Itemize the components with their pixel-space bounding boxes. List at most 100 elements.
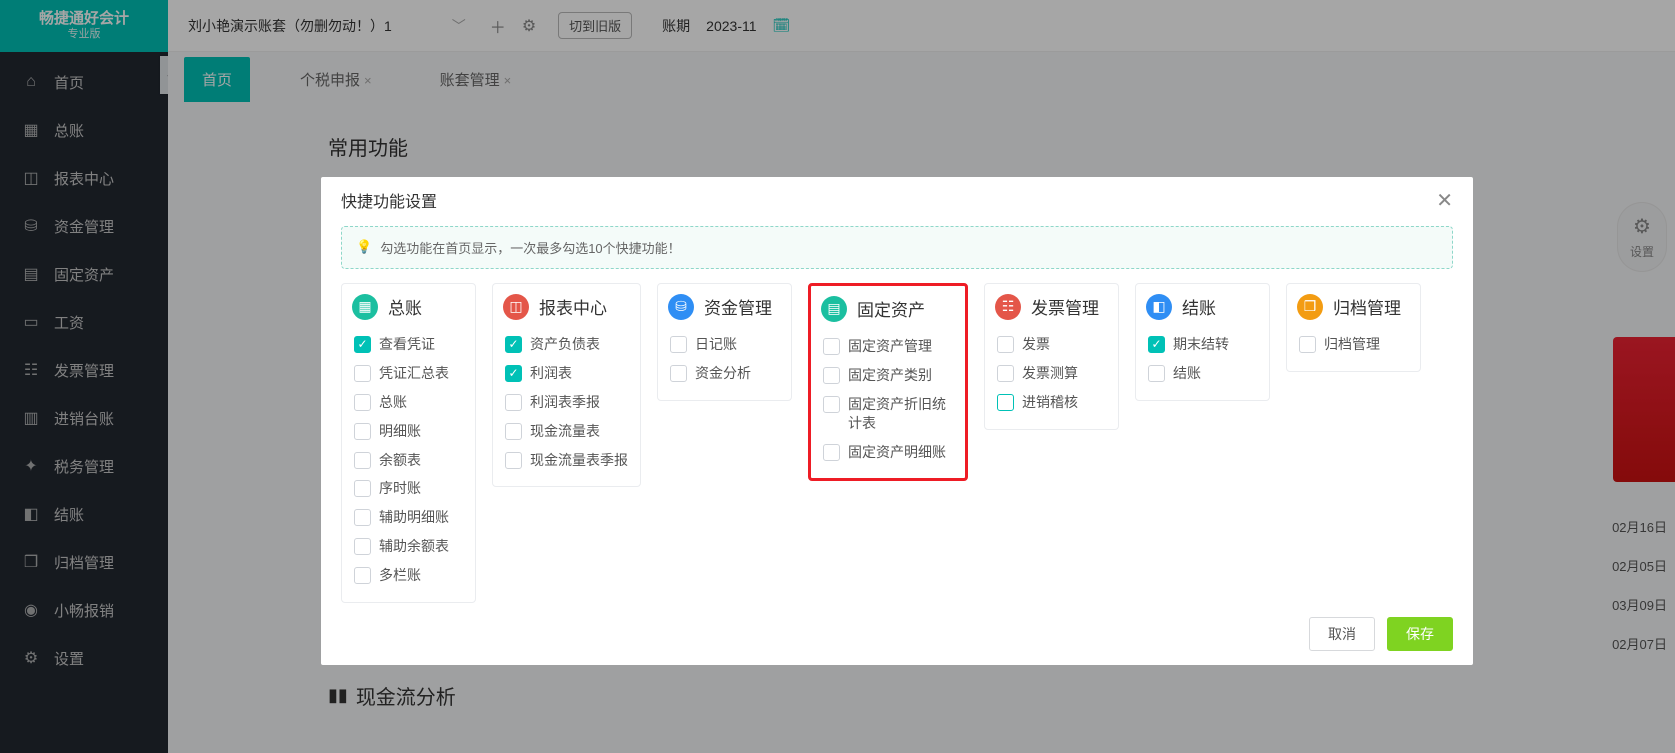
option-row[interactable]: ✓ 利润表 [503,359,630,388]
option-label: 资金分析 [695,364,751,383]
option-row[interactable]: 多栏账 [352,561,465,590]
option-label: 余额表 [379,451,421,470]
checkbox[interactable] [997,394,1014,411]
checkbox[interactable] [354,538,371,555]
group-header: ◧ 结账 [1146,294,1259,320]
option-label: 发票 [1022,335,1050,354]
option-row[interactable]: 辅助余额表 [352,532,465,561]
checkbox[interactable] [997,336,1014,353]
option-row[interactable]: 现金流量表季报 [503,446,630,475]
option-row[interactable]: 凭证汇总表 [352,359,465,388]
option-label: 资产负债表 [530,335,600,354]
group-title: 归档管理 [1333,294,1401,319]
option-row[interactable]: 现金流量表 [503,417,630,446]
option-label: 发票测算 [1022,364,1078,383]
checkbox[interactable] [354,567,371,584]
group-header: ❒ 归档管理 [1297,294,1410,320]
group-icon: ⛁ [668,294,694,320]
modal-group: ⛁ 资金管理 日记账 资金分析 [657,283,792,401]
modal-group: ❒ 归档管理 归档管理 [1286,283,1421,372]
checkbox[interactable] [823,396,840,413]
save-button[interactable]: 保存 [1387,617,1453,651]
checkbox[interactable] [670,336,687,353]
bulb-icon: 💡 [356,239,372,255]
modal-group: ◫ 报表中心 ✓ 资产负债表 ✓ 利润表 利润表季报 现金流量表 现金流量表季报 [492,283,641,487]
option-label: 固定资产明细账 [848,443,946,462]
group-header: ▤ 固定资产 [821,296,955,322]
option-row[interactable]: 辅助明细账 [352,503,465,532]
checkbox[interactable]: ✓ [505,336,522,353]
option-label: 归档管理 [1324,335,1380,354]
option-row[interactable]: 进销稽核 [995,388,1108,417]
option-label: 辅助余额表 [379,537,449,556]
option-label: 固定资产类别 [848,366,932,385]
option-label: 期末结转 [1173,335,1229,354]
group-title: 报表中心 [539,294,607,319]
checkbox[interactable] [505,423,522,440]
group-icon: ❒ [1297,294,1323,320]
option-row[interactable]: 发票测算 [995,359,1108,388]
option-row[interactable]: 结账 [1146,359,1259,388]
option-label: 序时账 [379,479,421,498]
group-title: 发票管理 [1031,294,1099,319]
checkbox[interactable] [354,452,371,469]
option-row[interactable]: 序时账 [352,474,465,503]
option-row[interactable]: 日记账 [668,330,781,359]
option-row[interactable]: 资金分析 [668,359,781,388]
modal-tip-text: 勾选功能在首页显示，一次最多勾选10个快捷功能！ [380,238,680,257]
checkbox[interactable] [505,452,522,469]
group-title: 结账 [1182,294,1216,319]
option-label: 结账 [1173,364,1201,383]
option-label: 利润表 [530,364,572,383]
checkbox[interactable] [823,338,840,355]
modal-group: ▦ 总账 ✓ 查看凭证 凭证汇总表 总账 明细账 余额表 序时账 辅助明细账 辅… [341,283,476,603]
option-row[interactable]: 固定资产折旧统计表 [821,390,955,438]
checkbox[interactable] [354,365,371,382]
option-row[interactable]: 明细账 [352,417,465,446]
option-row[interactable]: 发票 [995,330,1108,359]
option-label: 固定资产折旧统计表 [848,395,953,433]
modal-header: 快捷功能设置 ✕ [321,177,1473,224]
checkbox[interactable] [1299,336,1316,353]
option-row[interactable]: ✓ 期末结转 [1146,330,1259,359]
quick-function-modal: 快捷功能设置 ✕ 💡 勾选功能在首页显示，一次最多勾选10个快捷功能！ ▦ 总账… [321,177,1473,665]
close-icon[interactable]: ✕ [1436,188,1453,213]
checkbox[interactable] [354,423,371,440]
option-label: 现金流量表季报 [530,451,628,470]
checkbox[interactable] [823,367,840,384]
option-row[interactable]: 固定资产类别 [821,361,955,390]
option-label: 固定资产管理 [848,337,932,356]
option-label: 明细账 [379,422,421,441]
modal-group: ☷ 发票管理 发票 发票测算 进销稽核 [984,283,1119,430]
group-icon: ☷ [995,294,1021,320]
option-label: 凭证汇总表 [379,364,449,383]
cancel-button[interactable]: 取消 [1309,617,1375,651]
checkbox[interactable] [1148,365,1165,382]
checkbox[interactable]: ✓ [354,336,371,353]
checkbox[interactable] [505,394,522,411]
group-header: ⛁ 资金管理 [668,294,781,320]
group-icon: ▦ [352,294,378,320]
option-row[interactable]: 归档管理 [1297,330,1410,359]
checkbox[interactable] [997,365,1014,382]
option-label: 多栏账 [379,566,421,585]
option-row[interactable]: 固定资产管理 [821,332,955,361]
checkbox[interactable] [823,444,840,461]
option-row[interactable]: 固定资产明细账 [821,438,955,467]
checkbox[interactable] [670,365,687,382]
option-row[interactable]: ✓ 查看凭证 [352,330,465,359]
checkbox[interactable]: ✓ [1148,336,1165,353]
checkbox[interactable]: ✓ [505,365,522,382]
group-header: ☷ 发票管理 [995,294,1108,320]
checkbox[interactable] [354,480,371,497]
group-icon: ◫ [503,294,529,320]
option-row[interactable]: 余额表 [352,446,465,475]
checkbox[interactable] [354,509,371,526]
group-icon: ◧ [1146,294,1172,320]
modal-title: 快捷功能设置 [341,188,437,212]
option-row[interactable]: 总账 [352,388,465,417]
option-row[interactable]: 利润表季报 [503,388,630,417]
option-row[interactable]: ✓ 资产负债表 [503,330,630,359]
checkbox[interactable] [354,394,371,411]
group-header: ▦ 总账 [352,294,465,320]
